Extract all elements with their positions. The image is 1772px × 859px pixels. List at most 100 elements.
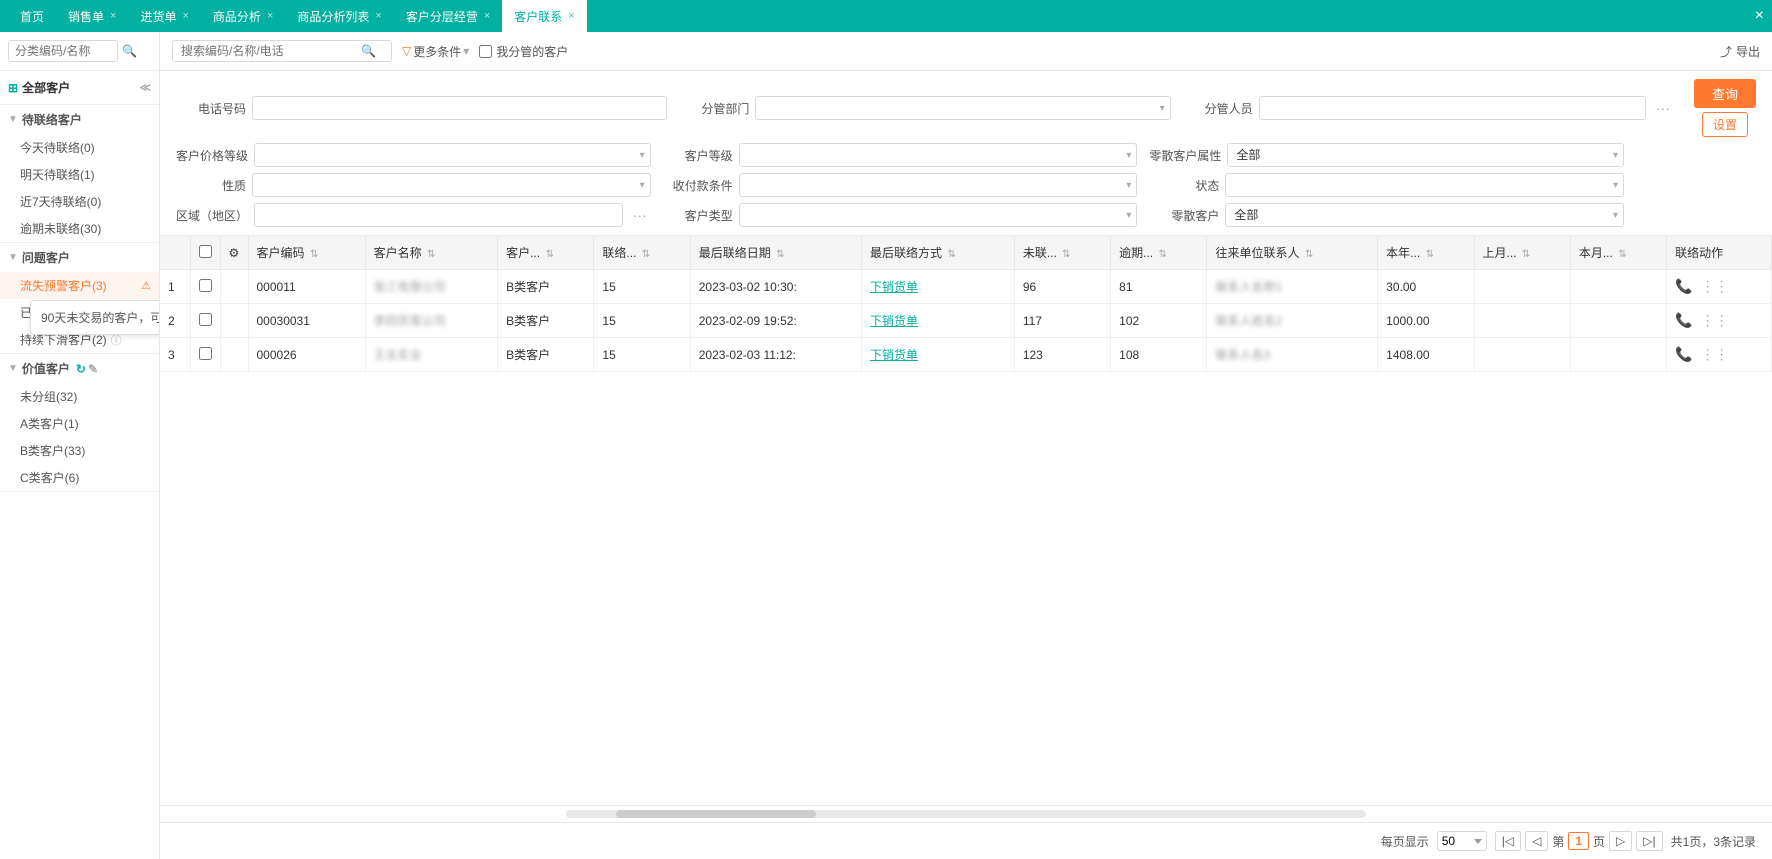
col-overdue[interactable]: 逾期... ⇅ — [1111, 236, 1207, 270]
col-type[interactable]: 客户... ⇅ — [498, 236, 594, 270]
sidebar-search-icon[interactable]: 🔍 — [122, 44, 137, 58]
row-checkbox-2[interactable] — [199, 313, 212, 326]
filter-person-input[interactable] — [1259, 96, 1646, 120]
row-checkbox-3[interactable] — [199, 347, 212, 360]
sidebar-item-ungrouped[interactable]: 未分组(32) — [0, 383, 159, 410]
sidebar-item-overdue[interactable]: 逾期未联络(30) — [0, 215, 159, 242]
cell-uc-2: 联系人姓名2 — [1207, 304, 1378, 338]
filter-region-dots[interactable]: ··· — [629, 207, 651, 223]
filter-more-btn[interactable]: ▽ 更多条件 ▾ — [402, 43, 469, 60]
cell-way-1[interactable]: 下销货单 — [861, 270, 1014, 304]
filter-price-level-select[interactable] — [254, 143, 651, 167]
menu-icon-3[interactable]: ⋮⋮ — [1701, 346, 1729, 363]
cell-overdue-2: 102 — [1111, 304, 1207, 338]
first-page-btn[interactable]: |◁ — [1495, 831, 1521, 851]
phone-icon-3[interactable]: 📞 — [1675, 346, 1692, 363]
export-btn[interactable]: ⤴ 导出 — [1720, 43, 1760, 60]
col-settings[interactable]: ⚙ — [220, 236, 248, 270]
col-last-month[interactable]: 上月... ⇅ — [1474, 236, 1570, 270]
edit-icon[interactable]: ✎ — [88, 362, 98, 376]
sidebar-section-problem-title[interactable]: ▼ 问题客户 — [0, 243, 159, 272]
sidebar-item-churn-warning[interactable]: 流失预警客户(3) ⚠ — [0, 272, 159, 299]
col-this-month[interactable]: 本月... ⇅ — [1570, 236, 1666, 270]
sidebar-item-class-b[interactable]: B类客户(33) — [0, 437, 159, 464]
col-code[interactable]: 客户编码 ⇅ — [248, 236, 365, 270]
filter-nature-select[interactable] — [252, 173, 651, 197]
nav-tab-sales[interactable]: 销售单 × — [56, 0, 128, 32]
sidebar-section-value-title[interactable]: ▼ 价值客户 ↻ ✎ — [0, 354, 159, 383]
per-page-select[interactable]: 50 100 200 — [1437, 831, 1487, 851]
nav-tab-customer-contact-close[interactable]: × — [568, 10, 574, 22]
phone-icon-2[interactable]: 📞 — [1675, 312, 1692, 329]
cell-way-2[interactable]: 下销货单 — [861, 304, 1014, 338]
nav-tab-purchase[interactable]: 进货单 × — [128, 0, 200, 32]
nav-tab-analysis-list-close[interactable]: × — [375, 10, 381, 22]
sidebar-section-pending-title[interactable]: ▼ 待联络客户 — [0, 105, 159, 134]
nav-tab-purchase-close[interactable]: × — [182, 10, 188, 22]
contact-way-link-2[interactable]: 下销货单 — [870, 314, 918, 328]
filter-status-select[interactable] — [1225, 173, 1624, 197]
sidebar-search-input[interactable] — [8, 40, 118, 62]
col-unit-contact[interactable]: 往来单位联系人 ⇅ — [1207, 236, 1378, 270]
contact-way-link-3[interactable]: 下销货单 — [870, 348, 918, 362]
phone-icon-1[interactable]: 📞 — [1675, 278, 1692, 295]
cell-nc-3: 123 — [1014, 338, 1110, 372]
sidebar-item-today[interactable]: 今天待联络(0) — [0, 134, 159, 161]
nav-tab-analysis[interactable]: 商品分析 × — [201, 0, 285, 32]
window-close-button[interactable]: × — [1755, 7, 1764, 25]
sidebar-all-customers[interactable]: ⊞ 全部客户 ≪ — [0, 71, 159, 105]
my-customer-checkbox[interactable] — [479, 45, 492, 58]
filter-dept-select[interactable] — [755, 96, 1170, 120]
query-button[interactable]: 查询 — [1694, 79, 1756, 108]
scrollbar-track[interactable] — [566, 810, 1366, 818]
menu-icon-1[interactable]: ⋮⋮ — [1701, 278, 1729, 295]
nav-tab-sales-close[interactable]: × — [110, 10, 116, 22]
my-customer-checkbox-wrap[interactable]: 我分管的客户 — [479, 43, 568, 60]
filter-customer-level-select[interactable] — [739, 143, 1138, 167]
collapse-icon[interactable]: ≪ — [139, 81, 151, 94]
filter-nature: 性质 ▾ — [176, 173, 651, 197]
prev-page-btn[interactable]: ◁ — [1525, 831, 1548, 851]
nav-tab-customer-segment[interactable]: 客户分层经营 × — [394, 0, 502, 32]
nav-tab-customer-contact[interactable]: 客户联系 × — [502, 0, 586, 32]
sidebar-item-class-c[interactable]: C类客户(6) — [0, 464, 159, 491]
scrollbar-thumb[interactable] — [616, 810, 816, 818]
filter-person-label: 分管人员 — [1183, 100, 1253, 117]
col-not-contact[interactable]: 未联... ⇅ — [1014, 236, 1110, 270]
search-input[interactable] — [181, 44, 361, 58]
table-body: 1 000011 张三有限公司 B类客户 15 2023-03-02 10:30… — [160, 270, 1772, 372]
filter-row-2: 客户价格等级 ▾ 客户等级 ▾ 零散客户属性 — [176, 143, 1756, 167]
setting-button[interactable]: 设置 — [1702, 112, 1748, 137]
filter-phone-input[interactable] — [252, 96, 667, 120]
select-all-checkbox[interactable] — [199, 245, 212, 258]
nav-tab-analysis-close[interactable]: × — [267, 10, 273, 22]
sidebar-item-tomorrow[interactable]: 明天待联络(1) — [0, 161, 159, 188]
search-btn-icon[interactable]: 🔍 — [361, 44, 376, 58]
col-last-date[interactable]: 最后联络日期 ⇅ — [690, 236, 861, 270]
filter-customer-type-select[interactable] — [739, 203, 1138, 227]
filter-payment-select[interactable] — [739, 173, 1138, 197]
filter-region-input[interactable] — [254, 203, 623, 227]
filter-person-dots[interactable]: ··· — [1652, 100, 1674, 116]
col-contact[interactable]: 联络... ⇅ — [594, 236, 690, 270]
sidebar-item-class-a[interactable]: A类客户(1) — [0, 410, 159, 437]
cell-way-3[interactable]: 下销货单 — [861, 338, 1014, 372]
filter-attr-select[interactable]: 全部 — [1227, 143, 1624, 167]
menu-icon-2[interactable]: ⋮⋮ — [1701, 312, 1729, 329]
nav-tab-analysis-list[interactable]: 商品分析列表 × — [285, 0, 393, 32]
cell-type-1: B类客户 — [498, 270, 594, 304]
col-this-year[interactable]: 本年... ⇅ — [1378, 236, 1474, 270]
filter-retail-select[interactable]: 全部 — [1225, 203, 1624, 227]
row-checkbox-1[interactable] — [199, 279, 212, 292]
contact-way-link-1[interactable]: 下销货单 — [870, 280, 918, 294]
nav-tab-home[interactable]: 首页 — [8, 0, 56, 32]
col-last-way[interactable]: 最后联络方式 ⇅ — [861, 236, 1014, 270]
last-page-btn[interactable]: ▷| — [1636, 831, 1662, 851]
next-page-btn[interactable]: ▷ — [1609, 831, 1632, 851]
horizontal-scrollbar[interactable] — [160, 805, 1772, 822]
col-name[interactable]: 客户名称 ⇅ — [365, 236, 497, 270]
filter-row-3: 性质 ▾ 收付款条件 ▾ 状态 — [176, 173, 1756, 197]
refresh-icon[interactable]: ↻ — [76, 362, 86, 376]
nav-tab-customer-segment-close[interactable]: × — [484, 10, 490, 22]
sidebar-item-7days[interactable]: 近7天待联络(0) — [0, 188, 159, 215]
